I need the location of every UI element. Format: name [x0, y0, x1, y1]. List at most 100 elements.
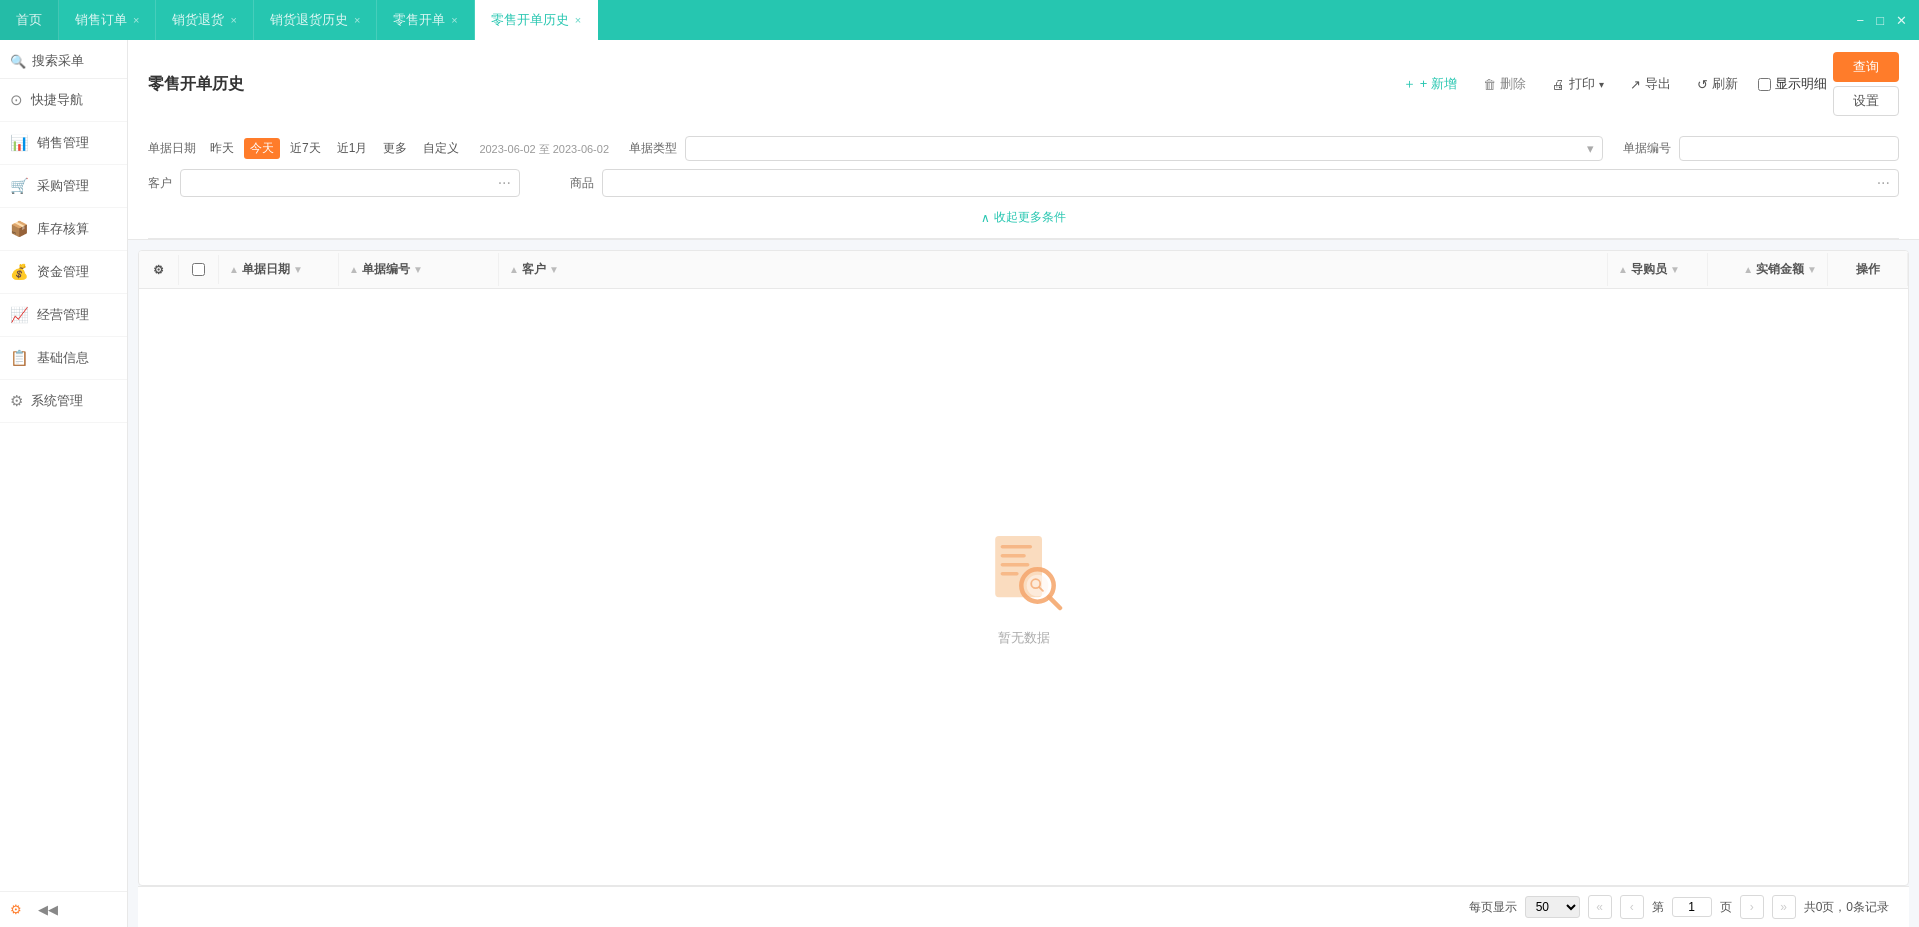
filter-bill-no-field: 单据编号 [1623, 136, 1899, 161]
tab-retail-open-history-label: 零售开单历史 [491, 11, 569, 29]
th-checkbox[interactable] [179, 255, 219, 284]
filter-row-1: 单据日期 昨天 今天 近7天 近1月 更多 自定义 2023-06-02 至 2… [148, 136, 1899, 161]
sidebar-item-inventory[interactable]: 📦 库存核算 [0, 208, 127, 251]
sidebar-item-purchase-mgmt[interactable]: 🛒 采购管理 [0, 165, 127, 208]
date-btn-yesterday[interactable]: 昨天 [204, 138, 240, 159]
next-page-button[interactable]: › [1740, 895, 1764, 919]
display-detail-check[interactable]: 显示明细 [1758, 75, 1827, 93]
filter-bill-type-select[interactable]: ▾ [685, 136, 1603, 161]
tab-sales-order-label: 销售订单 [75, 11, 127, 29]
tab-retail-open-history[interactable]: 零售开单历史 × [475, 0, 598, 40]
th-date[interactable]: ▲ 单据日期 ▼ [219, 253, 339, 286]
filter-collapse-btn[interactable]: ∧ 收起更多条件 [148, 205, 1899, 232]
filter-bill-no-input[interactable] [1679, 136, 1899, 161]
basic-info-icon: 📋 [10, 349, 29, 367]
add-label: + 新增 [1420, 75, 1457, 93]
sidebar: 🔍 搜索采单 ⊙ 快捷导航 📊 销售管理 🛒 采购管理 📦 库存核算 💰 资金管… [0, 40, 128, 927]
th-billno[interactable]: ▲ 单据编号 ▼ [339, 253, 499, 286]
refresh-button[interactable]: ↺ 刷新 [1691, 71, 1744, 97]
sidebar-item-sales-mgmt-label: 销售管理 [37, 134, 89, 152]
sort-down-icon-amount: ▼ [1807, 264, 1817, 275]
empty-icon [979, 527, 1069, 617]
tab-home[interactable]: 首页 [0, 0, 59, 40]
minimize-button[interactable]: − [1857, 13, 1865, 28]
first-page-button[interactable]: « [1588, 895, 1612, 919]
th-action: 操作 [1828, 253, 1908, 286]
tab-sales-return-history-close[interactable]: × [354, 14, 360, 26]
display-detail-checkbox[interactable] [1758, 78, 1771, 91]
delete-button[interactable]: 🗑 删除 [1477, 71, 1532, 97]
sidebar-item-inventory-label: 库存核算 [37, 220, 89, 238]
filter-customer-select[interactable]: ··· [180, 169, 520, 197]
prev-page-button[interactable]: ‹ [1620, 895, 1644, 919]
sidebar-item-ops[interactable]: 📈 经营管理 [0, 294, 127, 337]
page-size-select[interactable]: 50 10 20 100 [1525, 896, 1580, 918]
delete-icon: 🗑 [1483, 77, 1496, 92]
page-header-top: 零售开单历史 ＋ + 新增 🗑 删除 🖨 打印 [148, 52, 1899, 116]
display-detail-label: 显示明细 [1775, 75, 1827, 93]
tab-sales-return-close[interactable]: × [230, 14, 236, 26]
sidebar-item-basic-info[interactable]: 📋 基础信息 [0, 337, 127, 380]
th-salesperson-label: 导购员 [1631, 261, 1667, 278]
window-controls: − □ ✕ [1857, 13, 1919, 28]
pagination-bar: 每页显示 50 10 20 100 « ‹ 第 页 › » 共0页，0条记录 [138, 886, 1909, 927]
th-customer[interactable]: ▲ 客户 ▼ [499, 253, 1608, 286]
export-button[interactable]: ↗ 导出 [1624, 71, 1677, 97]
tab-sales-return-history-label: 销货退货历史 [270, 11, 348, 29]
tab-retail-open[interactable]: 零售开单 × [377, 0, 474, 40]
settings-button[interactable]: 设置 [1833, 86, 1899, 116]
collapse-up-icon: ∧ [981, 211, 990, 225]
sidebar-item-sys-mgmt[interactable]: ⚙ 系统管理 [0, 380, 127, 423]
query-button[interactable]: 查询 [1833, 52, 1899, 82]
tab-retail-open-close[interactable]: × [451, 14, 457, 26]
sales-mgmt-icon: 📊 [10, 134, 29, 152]
sidebar-item-sales-mgmt[interactable]: 📊 销售管理 [0, 122, 127, 165]
main-layout: 🔍 搜索采单 ⊙ 快捷导航 📊 销售管理 🛒 采购管理 📦 库存核算 💰 资金管… [0, 40, 1919, 927]
svg-rect-2 [1000, 554, 1025, 558]
page-number-input[interactable] [1672, 897, 1712, 917]
goods-ellipsis-icon: ··· [1877, 174, 1890, 192]
th-amount[interactable]: ▲ 实销金额 ▼ [1708, 253, 1828, 286]
filter-row-2: 客户 ··· 商品 ··· [148, 169, 1899, 197]
close-button[interactable]: ✕ [1896, 13, 1907, 28]
sidebar-settings-icon[interactable]: ⚙ [10, 902, 22, 917]
sidebar-item-finance[interactable]: 💰 资金管理 [0, 251, 127, 294]
filter-goods-select[interactable]: ··· [602, 169, 1899, 197]
date-btn-more[interactable]: 更多 [377, 138, 413, 159]
sidebar-item-quick-nav[interactable]: ⊙ 快捷导航 [0, 79, 127, 122]
th-settings[interactable]: ⚙ [139, 255, 179, 285]
filter-bill-type-label: 单据类型 [629, 140, 677, 157]
toolbar: ＋ + 新增 🗑 删除 🖨 打印 ▾ ↗ [1397, 71, 1827, 97]
sort-down-icon: ▼ [293, 264, 303, 275]
page-title: 零售开单历史 [148, 74, 244, 95]
add-icon: ＋ [1403, 75, 1416, 93]
sort-up-icon-customer: ▲ [509, 264, 519, 275]
inventory-icon: 📦 [10, 220, 29, 238]
filter-date-group: 昨天 今天 近7天 近1月 更多 自定义 [204, 138, 465, 159]
tab-retail-open-history-close[interactable]: × [575, 14, 581, 26]
print-button[interactable]: 🖨 打印 ▾ [1546, 71, 1610, 97]
sidebar-collapse-icon[interactable]: ◀◀ [38, 902, 58, 917]
search-icon: 🔍 [10, 54, 26, 69]
select-all-checkbox[interactable] [192, 263, 205, 276]
date-btn-1month[interactable]: 近1月 [331, 138, 374, 159]
sort-down-icon-billno: ▼ [413, 264, 423, 275]
tab-sales-return[interactable]: 销货退货 × [156, 0, 253, 40]
tab-sales-order-close[interactable]: × [133, 14, 139, 26]
ellipsis-icon: ··· [498, 174, 511, 192]
page-prefix-label: 第 [1652, 899, 1664, 916]
tab-sales-order[interactable]: 销售订单 × [59, 0, 156, 40]
th-salesperson[interactable]: ▲ 导购员 ▼ [1608, 253, 1708, 286]
tab-sales-return-history[interactable]: 销货退货历史 × [254, 0, 377, 40]
per-page-label: 每页显示 [1469, 899, 1517, 916]
date-btn-7days[interactable]: 近7天 [284, 138, 327, 159]
sidebar-item-purchase-mgmt-label: 采购管理 [37, 177, 89, 195]
quick-nav-icon: ⊙ [10, 91, 23, 109]
date-btn-today[interactable]: 今天 [244, 138, 280, 159]
tab-sales-return-label: 销货退货 [172, 11, 224, 29]
last-page-button[interactable]: » [1772, 895, 1796, 919]
date-btn-custom[interactable]: 自定义 [417, 138, 465, 159]
add-button[interactable]: ＋ + 新增 [1397, 71, 1463, 97]
sidebar-search[interactable]: 🔍 搜索采单 [0, 40, 127, 79]
maximize-button[interactable]: □ [1876, 13, 1884, 28]
